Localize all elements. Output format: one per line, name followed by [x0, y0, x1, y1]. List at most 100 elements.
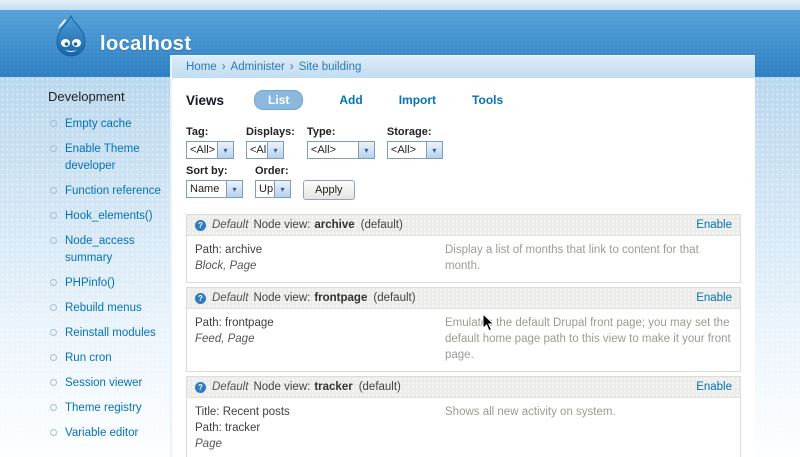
chevron-down-icon[interactable]: ▾	[267, 142, 283, 158]
sidebar-item-reinstall-modules: Reinstall modules	[48, 325, 179, 342]
sidebar-item-hook-elements: Hook_elements()	[48, 208, 179, 225]
filter-row-2: Sort by: Name ▾ Order: Up ▾ Apply	[186, 165, 741, 200]
sidebar-link[interactable]: Reinstall modules	[65, 327, 156, 339]
selected-value: <All>	[250, 144, 267, 156]
sidebar-item-node-access-summary: Node_access summary	[48, 233, 179, 267]
sidebar-link[interactable]: Variable editor	[65, 427, 138, 439]
view-row-tracker: ? Default Node view: tracker (default) E…	[186, 376, 741, 457]
sidebar-link[interactable]: Hook_elements()	[65, 210, 153, 222]
view-status: (default)	[360, 219, 403, 231]
sidebar-link[interactable]: Node_access summary	[65, 235, 135, 264]
sort-by-select[interactable]: Name ▾	[186, 180, 243, 198]
view-path: Path: archive	[195, 244, 263, 256]
view-status: (default)	[358, 381, 401, 393]
filter-displays: Displays: <All>▾	[246, 126, 295, 159]
sidebar-item-enable-theme-developer: Enable Theme developer	[48, 141, 179, 175]
sidebar-link[interactable]: PHPinfo()	[65, 277, 115, 289]
sidebar-item-theme-registry: Theme registry	[48, 400, 179, 417]
view-row-body: Path: archive Block, Page Display a list…	[187, 236, 740, 282]
filter-label: Storage:	[386, 126, 432, 138]
sidebar: Development Empty cache Enable Theme dev…	[0, 77, 170, 457]
apply-button[interactable]: Apply	[303, 180, 355, 200]
selected-value: <All>	[310, 144, 336, 156]
views-list: ? Default Node view: archive (default) E…	[186, 214, 741, 457]
filter-tag: Tag: <All> ▾	[186, 126, 234, 159]
title-row: Views List Add Import Tools	[186, 90, 741, 110]
circle-bullet-icon	[50, 120, 57, 127]
filter-label: Displays:	[246, 126, 295, 138]
view-row-header: ? Default Node view: tracker (default) E…	[187, 377, 740, 398]
circle-bullet-icon	[50, 304, 57, 311]
help-icon[interactable]: ?	[195, 381, 206, 393]
sidebar-link[interactable]: Session viewer	[65, 377, 142, 389]
filter-storage: Storage: <All> ▾	[386, 126, 443, 159]
type-select[interactable]: <All> ▾	[306, 141, 375, 159]
tab-list[interactable]: List	[254, 90, 304, 110]
filter-label: Tag:	[186, 126, 209, 138]
circle-bullet-icon	[50, 329, 57, 336]
view-row-body: Title: Recent posts Path: tracker Page S…	[187, 398, 740, 457]
chevron-down-icon[interactable]: ▾	[357, 142, 374, 158]
enable-link[interactable]: Enable	[696, 381, 732, 393]
filters: Tag: <All>▾ Displays: <All>▾ Type: <All>…	[186, 126, 741, 200]
view-kind: Node view:	[253, 292, 311, 304]
mouse-cursor	[482, 313, 494, 332]
top-strip	[0, 0, 800, 10]
chevron-down-icon[interactable]: ▾	[217, 142, 233, 158]
sidebar-link[interactable]: Theme registry	[65, 402, 142, 414]
displays-select[interactable]: <All>▾	[246, 141, 284, 159]
chevron-down-icon[interactable]: ▾	[274, 181, 290, 197]
tab-import[interactable]: Import	[399, 93, 436, 107]
site-name[interactable]: localhost	[100, 33, 191, 56]
order-select[interactable]: Up ▾	[255, 180, 291, 198]
view-display-types: Page	[195, 438, 222, 450]
selected-value: <All>	[190, 144, 216, 156]
sidebar-link[interactable]: Enable Theme developer	[65, 143, 140, 172]
view-name: tracker	[314, 381, 353, 393]
breadcrumb-link-home[interactable]: Home	[186, 61, 217, 73]
sidebar-link[interactable]: Empty cache	[65, 118, 131, 130]
view-row-archive: ? Default Node view: archive (default) E…	[186, 214, 741, 283]
view-path: Path: frontpage	[195, 317, 274, 329]
filter-label: Order:	[255, 165, 289, 177]
sidebar-item-phpinfo: PHPinfo()	[48, 275, 179, 292]
sidebar-item-variable-editor: Variable editor	[48, 425, 179, 442]
circle-bullet-icon	[50, 187, 57, 194]
circle-bullet-icon	[50, 379, 57, 386]
view-badge: Default	[212, 219, 249, 231]
view-kind: Node view:	[253, 381, 311, 393]
breadcrumb-link-site-building[interactable]: Site building	[299, 61, 362, 73]
view-row-frontpage: ? Default Node view: frontpage (default)…	[186, 287, 741, 372]
view-status: (default)	[373, 292, 416, 304]
page-title: Views	[186, 92, 225, 108]
filter-type: Type: <All> ▾	[306, 126, 375, 159]
breadcrumb-separator: ›	[289, 61, 294, 73]
chevron-down-icon[interactable]: ▾	[226, 181, 242, 197]
help-icon[interactable]: ?	[195, 292, 206, 304]
enable-link[interactable]: Enable	[696, 292, 732, 304]
view-row-header: ? Default Node view: frontpage (default)…	[187, 288, 740, 309]
view-badge: Default	[212, 381, 249, 393]
selected-value: Name	[190, 183, 220, 195]
sidebar-link[interactable]: Run cron	[65, 352, 112, 364]
storage-select[interactable]: <All> ▾	[386, 141, 443, 159]
tab-tools[interactable]: Tools	[472, 93, 503, 107]
view-name: archive	[314, 219, 355, 231]
sidebar-link[interactable]: Function reference	[65, 185, 161, 197]
druplicon-logo-icon[interactable]	[52, 15, 90, 61]
circle-bullet-icon	[50, 212, 57, 219]
chevron-down-icon[interactable]: ▾	[425, 142, 442, 158]
circle-bullet-icon	[50, 429, 57, 436]
drupal-admin-screen: localhost Development Empty cache Enable…	[0, 0, 800, 457]
sidebar-block-title: Development	[48, 89, 125, 104]
help-icon[interactable]: ?	[195, 219, 206, 231]
circle-bullet-icon	[50, 237, 57, 244]
enable-link[interactable]: Enable	[696, 219, 732, 231]
tag-select[interactable]: <All> ▾	[186, 141, 234, 159]
circle-bullet-icon	[50, 145, 57, 152]
tab-add[interactable]: Add	[339, 93, 362, 107]
sidebar-link[interactable]: Rebuild menus	[65, 302, 142, 314]
selected-value: Up	[259, 183, 274, 195]
breadcrumb-link-administer[interactable]: Administer	[231, 61, 285, 73]
view-name: frontpage	[314, 292, 368, 304]
